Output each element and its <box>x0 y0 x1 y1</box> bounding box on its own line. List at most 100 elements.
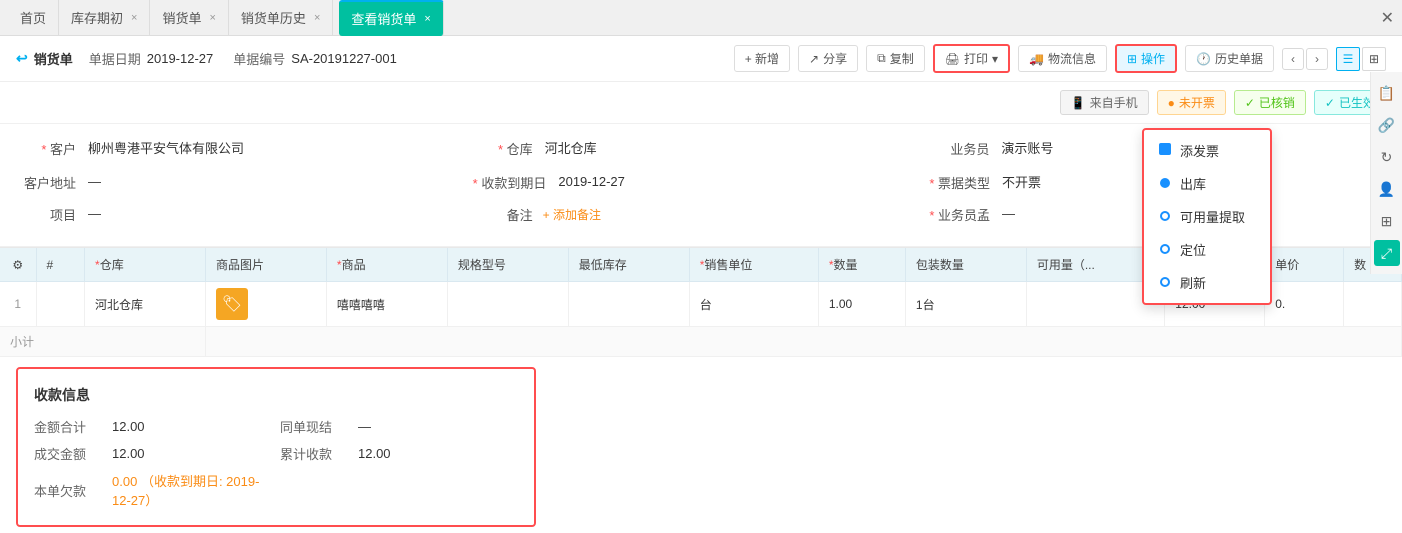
payment-total-row: 金额合计 12.00 <box>34 417 272 436</box>
payment-grid: 金额合计 12.00 同单现结 — 成交金额 12.00 累计收款 12.00 … <box>34 417 518 509</box>
doc-date-value: 2019-12-27 <box>147 51 214 66</box>
tab-inventory-init-close[interactable]: × <box>131 12 137 24</box>
row-spec <box>447 282 568 327</box>
th-sales-unit: *销售单位 <box>689 248 818 282</box>
new-button[interactable]: + 新增 <box>734 45 790 72</box>
warehouse-label: 仓库 <box>473 139 533 158</box>
not-open-badge[interactable]: ● 未开票 <box>1157 90 1226 115</box>
confirmed-badge[interactable]: ✓ 已核销 <box>1234 90 1306 115</box>
sidebar-notes-icon[interactable]: 📋 <box>1374 80 1400 106</box>
tab-sales-order-close[interactable]: × <box>209 12 215 24</box>
print-icon: 🖨 <box>945 52 960 66</box>
sidebar-table-icon[interactable]: ⊞ <box>1374 208 1400 234</box>
project-value: — <box>84 204 105 224</box>
customer-value: 柳州粤港平安气体有限公司 <box>84 136 248 160</box>
th-spec: 规格型号 <box>447 248 568 282</box>
sidebar-expand-icon[interactable]: ⤢ <box>1374 240 1400 266</box>
th-num: # <box>36 248 85 282</box>
available-qty-icon <box>1158 210 1172 224</box>
th-qty: *数量 <box>818 248 905 282</box>
th-product: *商品 <box>326 248 447 282</box>
row-min-stock <box>568 282 689 327</box>
payment-cumulative-label: 累计收款 <box>280 444 350 463</box>
main-content: ↩ 销货单 单据日期 2019-12-27 单据编号 SA-20191227-0… <box>0 36 1402 533</box>
payment-deal-label: 成交金额 <box>34 444 104 463</box>
operation-button[interactable]: ⊞ 操作 <box>1115 44 1177 73</box>
staff-value: 演示账号 <box>997 136 1057 160</box>
tab-inventory-init[interactable]: 库存期初 × <box>59 0 150 36</box>
doc-actions: + 新增 ↗ 分享 ⧉ 复制 🖨 打印 ▾ 🚚 物流信息 ⊞ 操作 <box>734 44 1386 73</box>
from-phone-badge[interactable]: 📱 来自手机 <box>1060 90 1149 115</box>
th-unit-price: 单价 <box>1265 248 1344 282</box>
nav-arrows: ‹ › <box>1282 48 1328 70</box>
doc-title: ↩ 销货单 <box>16 49 73 68</box>
dropdown-item-available-qty[interactable]: 可用量提取 <box>1144 200 1270 233</box>
view-toggle: ☰ ⊞ <box>1336 47 1386 71</box>
operation-dropdown: 添发票 出库 可用量提取 定位 刷新 <box>1142 128 1272 305</box>
print-button[interactable]: 🖨 打印 ▾ <box>933 44 1010 73</box>
phone-icon: 📱 <box>1071 96 1086 110</box>
view-grid[interactable]: ⊞ <box>1362 47 1386 71</box>
row-sales-unit: 台 <box>689 282 818 327</box>
note-label: 备注 <box>473 205 533 224</box>
customer-label: 客户 <box>16 139 76 158</box>
refresh-dropdown-icon <box>1158 276 1172 290</box>
copy-button[interactable]: ⧉ 复制 <box>866 45 925 72</box>
payment-deal-value: 12.00 <box>112 446 145 461</box>
payment-due-row: 本单欠款 0.00 （收款到期日: 2019-12-27） <box>34 471 272 509</box>
tab-sales-order[interactable]: 销货单 × <box>150 0 228 36</box>
tab-bar: 首页 库存期初 × 销货单 × 销货单历史 × 查看销货单 × ✕ <box>0 0 1402 36</box>
th-product-img: 商品图片 <box>205 248 326 282</box>
address-field: 客户地址 — <box>16 172 473 192</box>
logistics-icon: 🚚 <box>1029 52 1044 66</box>
doc-header: ↩ 销货单 单据日期 2019-12-27 单据编号 SA-20191227-0… <box>0 36 1402 82</box>
th-pkg-qty: 包装数量 <box>905 248 1026 282</box>
sidebar-refresh-icon[interactable]: ↻ <box>1374 144 1400 170</box>
row-warehouse: 河北仓库 <box>85 282 206 327</box>
share-icon: ↗ <box>809 52 819 66</box>
view-list[interactable]: ☰ <box>1336 47 1360 71</box>
doc-date-label: 单据日期 <box>89 49 141 68</box>
dropdown-item-position[interactable]: 定位 <box>1144 233 1270 266</box>
dropdown-item-refresh[interactable]: 刷新 <box>1144 266 1270 299</box>
logistics-button[interactable]: 🚚 物流信息 <box>1018 45 1107 72</box>
row-more <box>1344 282 1402 327</box>
dropdown-item-add-invoice[interactable]: 添发票 <box>1144 134 1270 167</box>
share-button[interactable]: ↗ 分享 <box>798 45 858 72</box>
tab-view-sales[interactable]: 查看销货单 × <box>339 0 443 36</box>
check-icon: ✓ <box>1245 96 1255 110</box>
th-gear[interactable]: ⚙ <box>0 248 36 282</box>
window-close-button[interactable]: ✕ <box>1381 8 1394 28</box>
add-note-button[interactable]: + 添加备注 <box>541 206 601 223</box>
nav-prev[interactable]: ‹ <box>1282 48 1304 70</box>
dropdown-item-out-stock[interactable]: 出库 <box>1144 167 1270 200</box>
nav-next[interactable]: › <box>1306 48 1328 70</box>
tab-home[interactable]: 首页 <box>8 0 59 36</box>
th-min-stock: 最低库存 <box>568 248 689 282</box>
address-label: 客户地址 <box>16 173 76 192</box>
payment-cumulative-value: 12.00 <box>358 446 391 461</box>
customer-field: 客户 柳州粤港平安气体有限公司 <box>16 136 473 160</box>
project-label: 项目 <box>16 205 76 224</box>
tab-sales-history[interactable]: 销货单历史 × <box>229 0 333 36</box>
doc-no-value: SA-20191227-001 <box>291 51 397 66</box>
payment-date-value: 2019-12-27 <box>554 172 629 192</box>
payment-title: 收款信息 <box>34 385 518 405</box>
sidebar-user-icon[interactable]: 👤 <box>1374 176 1400 202</box>
tab-view-sales-close[interactable]: × <box>424 13 430 25</box>
row-product-img: 🏷 <box>205 282 326 327</box>
history-icon: 🕐 <box>1196 52 1211 66</box>
doc-no-field: 单据编号 SA-20191227-001 <box>233 49 397 68</box>
out-stock-icon <box>1158 177 1172 191</box>
payment-date-field: 收款到期日 2019-12-27 <box>473 172 930 192</box>
invoice-value: 不开票 <box>998 170 1045 194</box>
row-pkg-qty: 1台 <box>905 282 1026 327</box>
history-button[interactable]: 🕐 历史单据 <box>1185 45 1274 72</box>
address-value: — <box>84 172 105 192</box>
payment-due-value: 0.00 （收款到期日: 2019-12-27） <box>112 471 272 509</box>
row-product: 嘻嘻嘻嘻 <box>326 282 447 327</box>
copy-icon: ⧉ <box>877 51 886 66</box>
sidebar-link-icon[interactable]: 🔗 <box>1374 112 1400 138</box>
tab-sales-history-close[interactable]: × <box>314 12 320 24</box>
effective-check-icon: ✓ <box>1325 96 1335 110</box>
